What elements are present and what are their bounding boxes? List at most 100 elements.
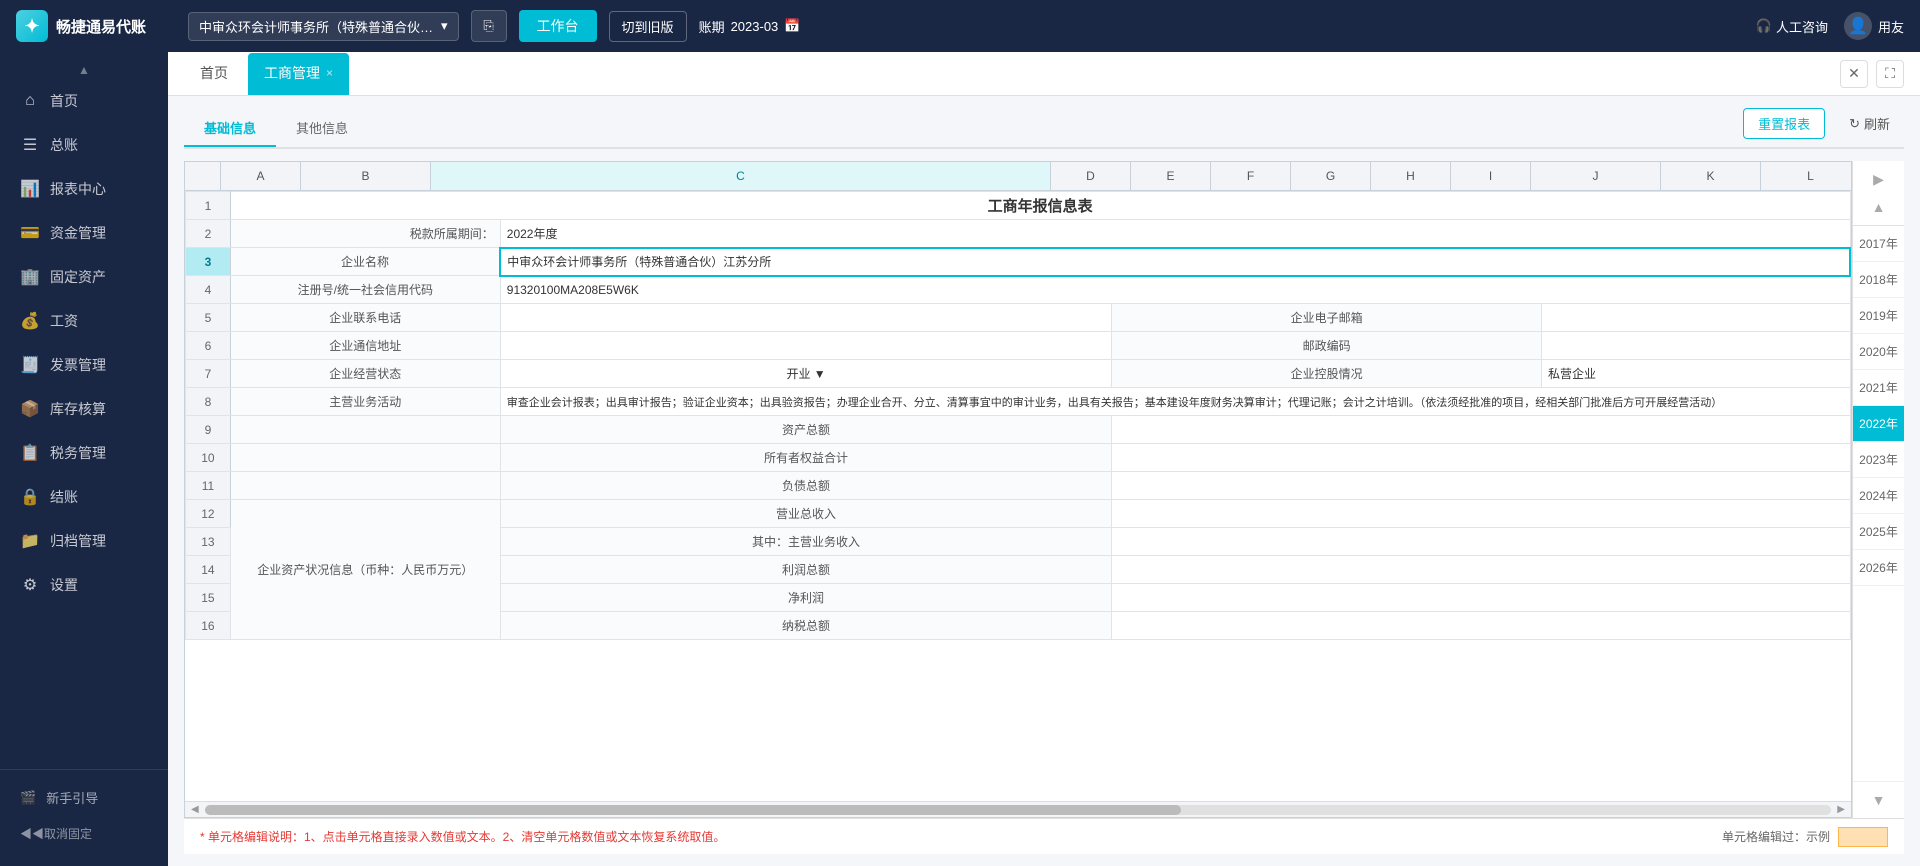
tab-expand-button[interactable]: ⛶: [1876, 60, 1904, 88]
tab-home[interactable]: 首页: [184, 53, 244, 95]
unpin-button[interactable]: ◀◀取消固定: [0, 817, 168, 850]
copy-button[interactable]: ⎘: [471, 10, 507, 42]
year-2017[interactable]: 2017年: [1853, 226, 1904, 262]
spreadsheet-body[interactable]: 1 工商年报信息表 2 税款所属期间： 2022年度: [185, 191, 1851, 801]
close-period-icon: 🔒: [20, 487, 40, 507]
phone-value-cell[interactable]: [500, 304, 1112, 332]
row-number: 16: [186, 612, 231, 640]
table-row: 9 资产总额: [186, 416, 1851, 444]
year-2020[interactable]: 2020年: [1853, 334, 1904, 370]
address-value-cell[interactable]: [500, 332, 1112, 360]
company-name-value-cell[interactable]: 中审众环会计师事务所（特殊普通合伙）江苏分所: [500, 248, 1850, 276]
sidebar-item-reports[interactable]: 📊 报表中心: [0, 167, 168, 211]
reports-icon: 📊: [20, 179, 40, 199]
refresh-icon: ↻: [1849, 116, 1860, 132]
switch-version-button[interactable]: 切到旧版: [609, 11, 687, 42]
sidebar-item-label: 税务管理: [50, 443, 106, 463]
sidebar-item-invoice[interactable]: 🧾 发票管理: [0, 343, 168, 387]
guide-button[interactable]: 🎬 新手引导: [0, 778, 168, 817]
company-name: 中审众环会计师事务所（特殊普通合伙…: [199, 17, 433, 36]
sidebar-item-label: 归档管理: [50, 531, 106, 551]
sidebar-item-label: 结账: [50, 487, 78, 507]
revenue-value-cell[interactable]: [1112, 500, 1850, 528]
sidebar-item-settings[interactable]: ⚙ 设置: [0, 563, 168, 607]
title-cell[interactable]: 工商年报信息表: [230, 192, 1850, 220]
equity-value-cell[interactable]: [1112, 444, 1850, 472]
bottom-right: 单元格编辑过：示例: [1722, 827, 1888, 847]
net-profit-value-cell[interactable]: [1112, 584, 1850, 612]
sidebar-scroll-up[interactable]: ▲: [76, 61, 92, 79]
sidebar-item-ledger[interactable]: ☰ 总账: [0, 123, 168, 167]
profit-value-cell[interactable]: [1112, 556, 1850, 584]
invoice-icon: 🧾: [20, 355, 40, 375]
liabilities-value-cell[interactable]: [1112, 472, 1850, 500]
sidebar-item-tax[interactable]: 📋 税务管理: [0, 431, 168, 475]
col-header-K: K: [1661, 162, 1761, 190]
row-number: 12: [186, 500, 231, 528]
finance-icon: 💳: [20, 223, 40, 243]
col-header-L: L: [1761, 162, 1851, 190]
refresh-label: 刷新: [1864, 114, 1890, 133]
tab-close-all-button[interactable]: ✕: [1840, 60, 1868, 88]
row-number: 10: [186, 444, 231, 472]
sidebar-item-finance[interactable]: 💳 资金管理: [0, 211, 168, 255]
sidebar-down-button[interactable]: ▼: [1861, 786, 1897, 814]
scroll-left-icon[interactable]: ◀: [187, 804, 203, 815]
row-number: 1: [186, 192, 231, 220]
sidebar-item-label: 总账: [50, 135, 78, 155]
spreadsheet-table: 1 工商年报信息表 2 税款所属期间： 2022年度: [185, 191, 1851, 640]
year-2018[interactable]: 2018年: [1853, 262, 1904, 298]
year-2021[interactable]: 2021年: [1853, 370, 1904, 406]
year-2026[interactable]: 2026年: [1853, 550, 1904, 586]
company-selector[interactable]: 中审众环会计师事务所（特殊普通合伙… ▾: [188, 12, 459, 41]
assets-value-cell[interactable]: [1112, 416, 1850, 444]
year-2025[interactable]: 2025年: [1853, 514, 1904, 550]
reset-report-button[interactable]: 重置报表: [1743, 108, 1825, 139]
sub-tab-other[interactable]: 其他信息: [276, 110, 368, 147]
main-revenue-value-cell[interactable]: [1112, 528, 1850, 556]
tax-total-value-cell[interactable]: [1112, 612, 1850, 640]
tab-close-icon[interactable]: ×: [326, 66, 333, 80]
tab-business[interactable]: 工商管理 ×: [248, 53, 349, 95]
sub-tab-actions: 重置报表 ↻ 刷新: [1743, 108, 1904, 147]
copy-icon: ⎘: [483, 18, 493, 34]
status-value-cell[interactable]: 开业 ▼: [500, 360, 1112, 388]
sidebar-item-payroll[interactable]: 💰 工资: [0, 299, 168, 343]
row-number: 7: [186, 360, 231, 388]
scroll-right-icon[interactable]: ▶: [1833, 804, 1849, 815]
holding-value-cell[interactable]: 私营企业: [1541, 360, 1850, 388]
inventory-icon: 📦: [20, 399, 40, 419]
calendar-icon[interactable]: 📅: [784, 18, 800, 34]
business-value-cell[interactable]: 审查企业会计报表；出具审计报告；验证企业资本；出具验资报告；办理企业合开、分立、…: [500, 388, 1850, 416]
year-2022[interactable]: 2022年: [1853, 406, 1904, 442]
sidebar-item-archive[interactable]: 📁 归档管理: [0, 519, 168, 563]
sidebar-up-button[interactable]: ▲: [1861, 193, 1897, 221]
sidebar-item-close[interactable]: 🔒 结账: [0, 475, 168, 519]
year-2024[interactable]: 2024年: [1853, 478, 1904, 514]
regnum-value-cell[interactable]: 91320100MA208E5W6K: [500, 276, 1850, 304]
header-right: 🎧 人工咨询 👤 用友: [1756, 12, 1904, 40]
col-header-G: G: [1291, 162, 1371, 190]
sidebar-collapse-button[interactable]: ▶: [1861, 165, 1897, 193]
col-header-B: B: [301, 162, 431, 190]
cell-example: [1838, 827, 1888, 847]
sidebar-item-label: 资金管理: [50, 223, 106, 243]
postal-value-cell[interactable]: [1541, 332, 1850, 360]
empty-label: [230, 444, 500, 472]
consult-button[interactable]: 🎧 人工咨询: [1756, 17, 1828, 36]
table-row: 7 企业经营状态 开业 ▼ 企业控股情况 私营企业: [186, 360, 1851, 388]
horizontal-scrollbar[interactable]: ◀ ▶: [185, 801, 1851, 817]
year-2023[interactable]: 2023年: [1853, 442, 1904, 478]
sidebar-item-inventory[interactable]: 📦 库存核算: [0, 387, 168, 431]
year-2019[interactable]: 2019年: [1853, 298, 1904, 334]
period-value-cell[interactable]: 2022年度: [500, 220, 1850, 248]
refresh-button[interactable]: ↻ 刷新: [1835, 109, 1904, 138]
guide-label: 新手引导: [46, 788, 98, 807]
workbench-button[interactable]: 工作台: [519, 10, 597, 42]
sidebar-item-fixed[interactable]: 🏢 固定资产: [0, 255, 168, 299]
sub-tab-basic[interactable]: 基础信息: [184, 110, 276, 147]
email-value-cell[interactable]: [1541, 304, 1850, 332]
user-area[interactable]: 👤 用友: [1844, 12, 1904, 40]
sidebar-item-home[interactable]: ⌂ 首页: [0, 79, 168, 123]
period-label: 账期: [699, 17, 725, 36]
